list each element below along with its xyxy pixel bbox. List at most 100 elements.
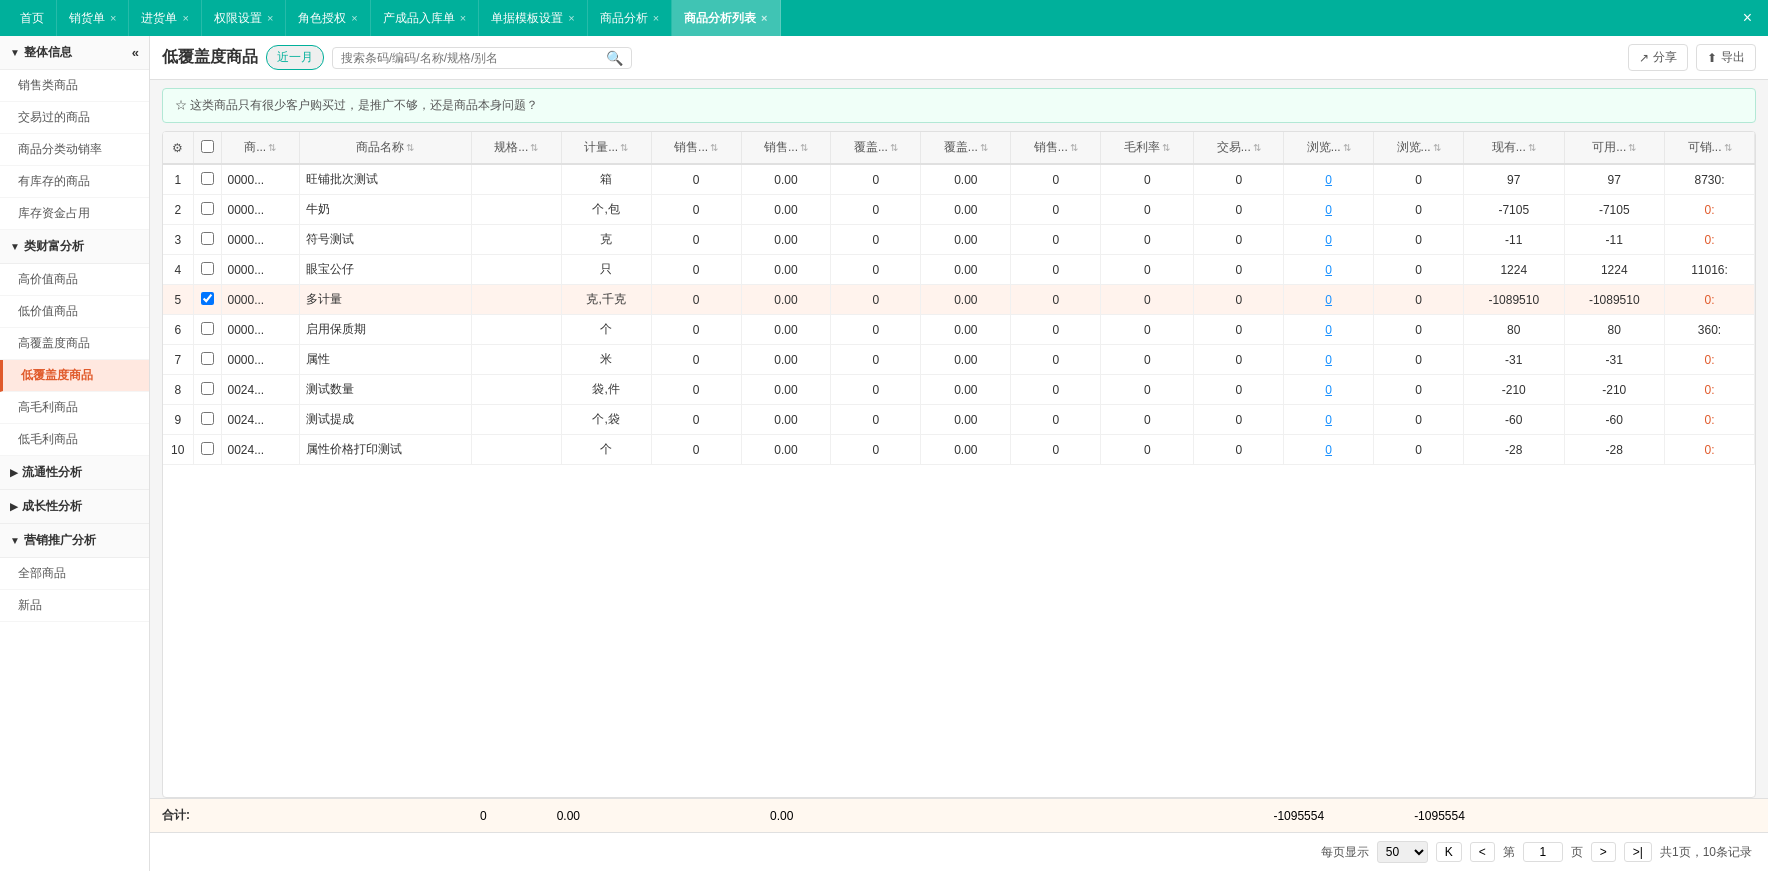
sidebar-item-high-value[interactable]: 高价值商品 <box>0 264 149 296</box>
row-select-checkbox[interactable] <box>201 412 214 425</box>
row-browse1[interactable]: 0 <box>1284 164 1374 195</box>
row-browse1[interactable]: 0 <box>1284 285 1374 315</box>
sidebar-item-high-margin[interactable]: 高毛利商品 <box>0 392 149 424</box>
nav-templates-close[interactable]: × <box>568 12 574 24</box>
sidebar-item-high-coverage[interactable]: 高覆盖度商品 <box>0 328 149 360</box>
share-button[interactable]: ↗ 分享 <box>1628 44 1688 71</box>
nav-templates[interactable]: 单据模板设置 × <box>479 0 587 36</box>
col-name[interactable]: 商品名称⇅ <box>299 132 471 164</box>
row-select-checkbox[interactable] <box>201 382 214 395</box>
row-select-checkbox[interactable] <box>201 322 214 335</box>
sidebar-item-low-coverage[interactable]: 低覆盖度商品 <box>0 360 149 392</box>
row-select-checkbox[interactable] <box>201 202 214 215</box>
prev-page-button[interactable]: < <box>1470 842 1495 862</box>
row-checkbox[interactable] <box>193 255 221 285</box>
row-unit: 袋,件 <box>561 375 651 405</box>
nav-products-close[interactable]: × <box>460 12 466 24</box>
nav-products[interactable]: 产成品入库单 × <box>371 0 479 36</box>
sidebar-item-stock-capital[interactable]: 库存资金占用 <box>0 198 149 230</box>
row-browse1[interactable]: 0 <box>1284 375 1374 405</box>
row-browse1[interactable]: 0 <box>1284 405 1374 435</box>
row-select-checkbox[interactable] <box>201 442 214 455</box>
date-filter-button[interactable]: 近一月 <box>266 45 324 70</box>
col-sales2[interactable]: 销售...⇅ <box>741 132 831 164</box>
row-select-checkbox[interactable] <box>201 292 214 305</box>
row-code: 0000... <box>221 225 299 255</box>
collapse-icon[interactable]: « <box>132 45 139 60</box>
col-settings[interactable]: ⚙ <box>163 132 193 164</box>
sidebar-item-new-goods[interactable]: 新品 <box>0 590 149 622</box>
sidebar-item-low-value[interactable]: 低价值商品 <box>0 296 149 328</box>
nav-permissions-close[interactable]: × <box>267 12 273 24</box>
last-page-button[interactable]: >| <box>1624 842 1652 862</box>
row-browse1[interactable]: 0 <box>1284 345 1374 375</box>
col-trade[interactable]: 交易...⇅ <box>1194 132 1284 164</box>
row-checkbox[interactable] <box>193 345 221 375</box>
sidebar-group-wealth[interactable]: ▼ 类财富分析 <box>0 230 149 264</box>
nav-home[interactable]: 首页 <box>8 0 57 36</box>
col-unit[interactable]: 计量...⇅ <box>561 132 651 164</box>
col-browse1[interactable]: 浏览...⇅ <box>1284 132 1374 164</box>
row-checkbox[interactable] <box>193 435 221 465</box>
sidebar-item-all-goods[interactable]: 全部商品 <box>0 558 149 590</box>
row-unit: 米 <box>561 345 651 375</box>
nav-purchase[interactable]: 进货单 × <box>129 0 201 36</box>
nav-roles-close[interactable]: × <box>351 12 357 24</box>
sidebar-group-marketing[interactable]: ▼ 营销推广分析 <box>0 524 149 558</box>
col-gross-rate[interactable]: 毛利率⇅ <box>1101 132 1194 164</box>
nav-analysis[interactable]: 商品分析 × <box>588 0 672 36</box>
row-checkbox[interactable] <box>193 315 221 345</box>
col-checkbox[interactable] <box>193 132 221 164</box>
row-browse1[interactable]: 0 <box>1284 315 1374 345</box>
row-checkbox[interactable] <box>193 164 221 195</box>
page-number-input[interactable] <box>1523 842 1563 862</box>
row-browse1[interactable]: 0 <box>1284 225 1374 255</box>
global-close-button[interactable]: × <box>1735 9 1760 27</box>
nav-sales-close[interactable]: × <box>110 12 116 24</box>
sidebar-group-overall[interactable]: ▼ 整体信息 « <box>0 36 149 70</box>
row-checkbox[interactable] <box>193 225 221 255</box>
next-page-button[interactable]: > <box>1591 842 1616 862</box>
page-size-select[interactable]: 50 100 200 <box>1377 841 1428 863</box>
sidebar-item-sales-goods[interactable]: 销售类商品 <box>0 70 149 102</box>
first-page-button[interactable]: K <box>1436 842 1462 862</box>
sidebar-item-low-margin[interactable]: 低毛利商品 <box>0 424 149 456</box>
col-sales1[interactable]: 销售...⇅ <box>651 132 741 164</box>
row-browse1[interactable]: 0 <box>1284 435 1374 465</box>
nav-roles[interactable]: 角色授权 × <box>286 0 370 36</box>
row-select-checkbox[interactable] <box>201 262 214 275</box>
col-browse2[interactable]: 浏览...⇅ <box>1374 132 1464 164</box>
sidebar-group-growth[interactable]: ▶ 成长性分析 <box>0 490 149 524</box>
nav-purchase-close[interactable]: × <box>182 12 188 24</box>
search-input[interactable] <box>341 51 606 65</box>
row-browse1[interactable]: 0 <box>1284 195 1374 225</box>
col-coverage1[interactable]: 覆盖...⇅ <box>831 132 921 164</box>
nav-analysis-list-close[interactable]: × <box>761 12 767 24</box>
nav-analysis-list[interactable]: 商品分析列表 × <box>672 0 780 36</box>
row-checkbox[interactable] <box>193 285 221 315</box>
row-select-checkbox[interactable] <box>201 352 214 365</box>
row-checkbox[interactable] <box>193 405 221 435</box>
col-sellable[interactable]: 可销...⇅ <box>1665 132 1755 164</box>
select-all-checkbox[interactable] <box>201 140 214 153</box>
row-checkbox[interactable] <box>193 375 221 405</box>
row-browse1[interactable]: 0 <box>1284 255 1374 285</box>
sidebar-item-category-rate[interactable]: 商品分类动销率 <box>0 134 149 166</box>
col-current[interactable]: 现有...⇅ <box>1464 132 1564 164</box>
nav-sales[interactable]: 销货单 × <box>57 0 129 36</box>
col-coverage2[interactable]: 覆盖...⇅ <box>921 132 1011 164</box>
row-select-checkbox[interactable] <box>201 172 214 185</box>
col-available[interactable]: 可用...⇅ <box>1564 132 1664 164</box>
col-code[interactable]: 商...⇅ <box>221 132 299 164</box>
export-button[interactable]: ⬆ 导出 <box>1696 44 1756 71</box>
col-spec[interactable]: 规格...⇅ <box>471 132 561 164</box>
search-icon[interactable]: 🔍 <box>606 50 623 66</box>
nav-permissions[interactable]: 权限设置 × <box>202 0 286 36</box>
row-select-checkbox[interactable] <box>201 232 214 245</box>
sidebar-item-traded-goods[interactable]: 交易过的商品 <box>0 102 149 134</box>
nav-analysis-close[interactable]: × <box>653 12 659 24</box>
col-sales3[interactable]: 销售...⇅ <box>1011 132 1101 164</box>
sidebar-item-in-stock[interactable]: 有库存的商品 <box>0 166 149 198</box>
sidebar-group-liquidity[interactable]: ▶ 流通性分析 <box>0 456 149 490</box>
row-checkbox[interactable] <box>193 195 221 225</box>
